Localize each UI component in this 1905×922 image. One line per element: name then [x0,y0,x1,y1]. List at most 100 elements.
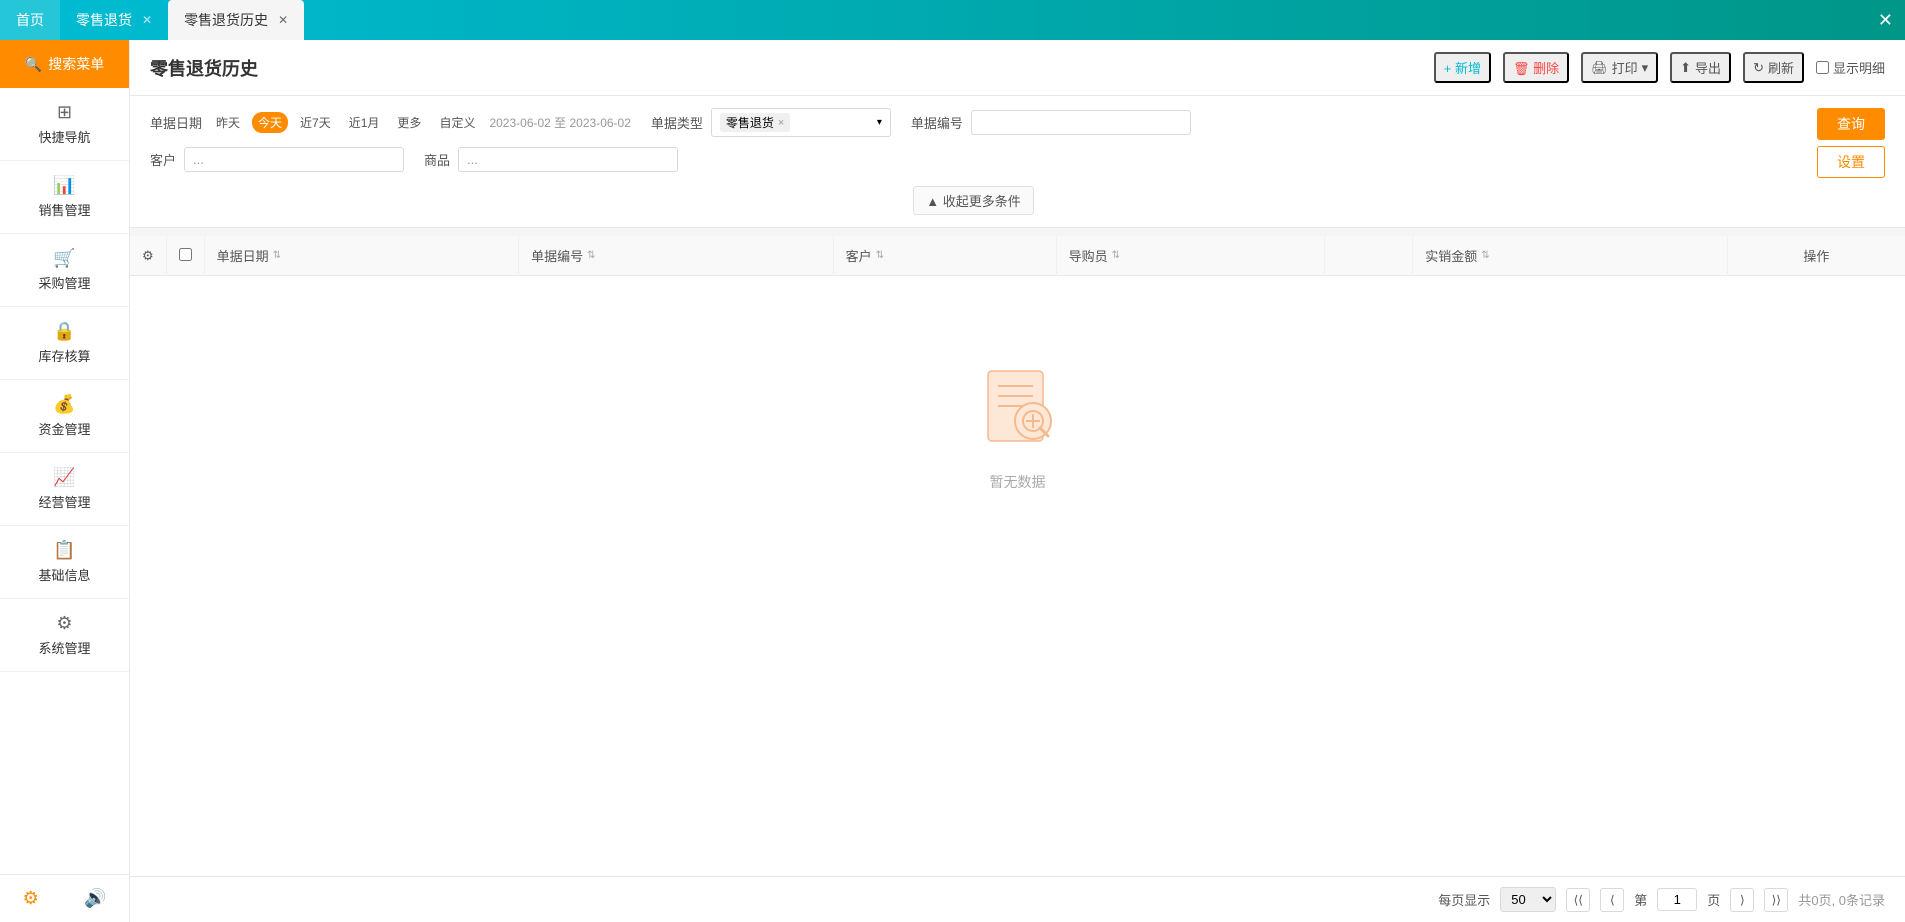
settings-bottom-icon[interactable]: ⚙ [23,888,39,909]
sidebar-item-operations-label: 经营管理 [38,492,90,511]
add-button[interactable]: + 新增 [1434,52,1491,83]
th-bill-no-label: 单据编号 [531,246,583,265]
tab-retail-return[interactable]: 零售退货 ✕ [60,0,168,40]
goods-label: 商品 [424,150,450,169]
sidebar-item-sales-label: 销售管理 [38,200,90,219]
search-icon: 🔍 [25,56,42,73]
sidebar-search[interactable]: 🔍 搜索菜单 [0,40,129,88]
th-checkbox[interactable] [166,236,204,276]
filter-group-date: 单据日期 昨天 今天 近7天 近1月 更多 自定义 2023-06-02 至 2… [150,112,631,133]
page-label: 第 [1634,890,1647,909]
sidebar-search-label: 搜索菜单 [48,54,104,74]
sidebar-item-quick-nav-label: 快捷导航 [38,127,90,146]
th-actions: 操作 [1727,236,1905,276]
header-actions: + 新增 🗑 删除 🖨 打印 ▾ ⬆ 导出 ↻ 刷新 显示明细 [1434,52,1885,83]
table-header-row: ⚙ 单据日期 ⇅ 单据编号 [130,236,1905,276]
date-btn-7days[interactable]: 近7天 [294,112,337,133]
filter-group-bill-type: 单据类型 零售退货 × ▾ [651,108,891,137]
print-chevron: ▾ [1642,60,1649,76]
export-label: 导出 [1695,58,1721,77]
sidebar-item-sales-mgmt[interactable]: 📊 销售管理 [0,161,129,234]
print-icon: 🖨 [1591,60,1608,76]
sidebar-item-basic-info[interactable]: 📋 基础信息 [0,526,129,599]
tab-retail-return-close[interactable]: ✕ [142,13,152,27]
table-container: ⚙ 单据日期 ⇅ 单据编号 [130,236,1905,876]
goods-select[interactable]: ... [458,147,678,172]
goods-dots: ... [467,152,478,167]
show-detail-label: 显示明细 [1833,58,1885,77]
finance-icon: 💰 [53,394,75,415]
setting-button[interactable]: 设置 [1817,146,1885,178]
page-first-btn[interactable]: ⟨⟨ [1566,888,1590,912]
page-size-select[interactable]: 20 50 100 [1500,887,1556,912]
sidebar-item-system[interactable]: ⚙ 系统管理 [0,599,129,672]
page-prev-btn[interactable]: ⟨ [1600,888,1624,912]
export-button[interactable]: ⬆ 导出 [1670,52,1731,83]
empty-text: 暂无数据 [990,472,1046,492]
th-guide[interactable]: 导购员 ⇅ [1056,236,1325,276]
sidebar-item-finance-label: 资金管理 [38,419,90,438]
sidebar-item-finance[interactable]: 💰 资金管理 [0,380,129,453]
export-icon: ⬆ [1680,60,1691,76]
sidebar-item-purchase-mgmt[interactable]: 🛒 采购管理 [0,234,129,307]
bill-date-label: 单据日期 [150,113,202,132]
date-btn-more[interactable]: 更多 [391,112,427,133]
window-close-btn[interactable]: ✕ [1878,10,1905,31]
th-bill-date-label: 单据日期 [217,246,269,265]
select-all-checkbox[interactable] [179,248,192,261]
th-bill-no[interactable]: 单据编号 ⇅ [519,236,833,276]
collapse-btn[interactable]: ▲ 收起更多条件 [913,186,1033,215]
customer-label: 客户 [150,150,176,169]
customer-dots: ... [193,152,204,167]
th-customer[interactable]: 客户 ⇅ [833,236,1056,276]
print-button[interactable]: 🖨 打印 ▾ [1581,52,1658,83]
content-area: 零售退货历史 + 新增 🗑 删除 🖨 打印 ▾ ⬆ 导出 ↻ 刷新 [130,40,1905,922]
delete-button[interactable]: 🗑 删除 [1503,52,1569,83]
sales-icon: 📊 [53,175,75,196]
sidebar-item-quick-nav[interactable]: ⊞ 快捷导航 [0,88,129,161]
query-button[interactable]: 查询 [1817,108,1885,140]
th-settings[interactable]: ⚙ [130,236,166,276]
purchase-icon: 🛒 [53,248,75,269]
tab-retail-return-history[interactable]: 零售退货历史 ✕ [168,0,304,40]
date-btn-1month[interactable]: 近1月 [343,112,386,133]
page-next-btn[interactable]: ⟩ [1730,888,1754,912]
data-table: ⚙ 单据日期 ⇅ 单据编号 [130,236,1905,572]
system-icon: ⚙ [56,613,72,634]
empty-icon [968,356,1068,456]
page-last-btn[interactable]: ⟩⟩ [1764,888,1788,912]
sidebar-item-operations[interactable]: 📈 经营管理 [0,453,129,526]
filter-row-2: 客户 ... 商品 ... [150,147,1797,172]
customer-select[interactable]: ... [184,147,404,172]
th-actual-amount-label: 实销金额 [1425,246,1477,265]
th-customer-label: 客户 [846,246,872,265]
th-actual-amount[interactable]: 实销金额 ⇅ [1413,236,1727,276]
date-range: 2023-06-02 至 2023-06-02 [489,114,630,131]
bill-no-input[interactable] [971,110,1191,135]
filter-area: 单据日期 昨天 今天 近7天 近1月 更多 自定义 2023-06-02 至 2… [130,96,1905,228]
date-btn-yesterday[interactable]: 昨天 [210,112,246,133]
show-detail-checkbox-label[interactable]: 显示明细 [1816,58,1885,77]
bill-date-sort-icon: ⇅ [273,250,281,261]
page-input[interactable]: 1 [1657,888,1697,911]
page-label2: 页 [1707,890,1720,909]
tab-retail-return-history-close[interactable]: ✕ [278,13,288,27]
date-btn-today[interactable]: 今天 [252,112,288,133]
date-btn-custom[interactable]: 自定义 [433,112,481,133]
filter-group-customer: 客户 ... [150,147,404,172]
customer-sort-icon: ⇅ [876,250,884,261]
refresh-icon: ↻ [1753,60,1764,76]
pagination-bar: 每页显示 20 50 100 ⟨⟨ ⟨ 第 1 页 ⟩ ⟩⟩ 共0页, 0条记录 [130,876,1905,922]
tab-home[interactable]: 首页 [0,0,60,40]
empty-state: 暂无数据 [130,276,1905,572]
bill-type-tag-close[interactable]: × [778,117,784,129]
table-body: 暂无数据 [130,276,1905,573]
volume-icon[interactable]: 🔊 [84,888,106,909]
th-bill-date[interactable]: 单据日期 ⇅ [204,236,518,276]
show-detail-checkbox[interactable] [1816,61,1829,74]
refresh-label: 刷新 [1768,58,1794,77]
bill-type-select[interactable]: 零售退货 × ▾ [711,108,891,137]
filter-group-goods: 商品 ... [424,147,678,172]
refresh-button[interactable]: ↻ 刷新 [1743,52,1804,83]
sidebar-item-inventory[interactable]: 🔒 库存核算 [0,307,129,380]
